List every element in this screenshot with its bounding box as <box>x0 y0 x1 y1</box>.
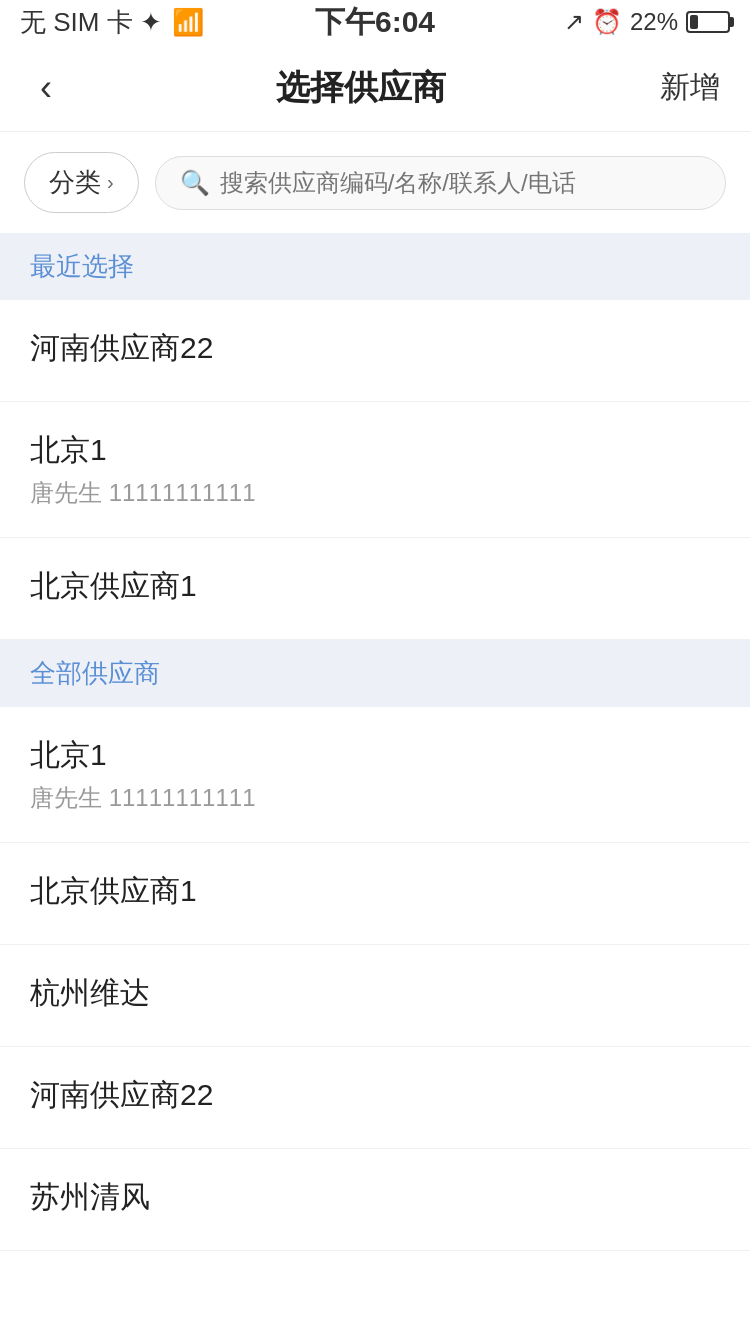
location-icon: ↗ <box>564 8 584 36</box>
list-item[interactable]: 河南供应商22 <box>0 1047 750 1149</box>
search-icon: 🔍 <box>180 169 210 197</box>
list-item[interactable]: 杭州维达 <box>0 945 750 1047</box>
item-name: 北京1 <box>30 430 720 471</box>
item-name: 北京1 <box>30 735 720 776</box>
item-name: 杭州维达 <box>30 973 720 1014</box>
back-button[interactable]: ‹ <box>30 57 62 119</box>
nav-title: 选择供应商 <box>276 65 446 111</box>
list-item[interactable]: 北京供应商1 <box>0 538 750 640</box>
list-item[interactable]: 苏州清风 <box>0 1149 750 1251</box>
recent-section-header: 最近选择 <box>0 233 750 300</box>
status-right: ↗ ⏰ 22% <box>564 8 730 36</box>
item-name: 北京供应商1 <box>30 871 720 912</box>
recent-items-list: 河南供应商22 北京1 唐先生 11111111111 北京供应商1 <box>0 300 750 640</box>
all-section-header: 全部供应商 <box>0 640 750 707</box>
filter-bar: 分类 › 🔍 <box>0 132 750 233</box>
alarm-icon: ⏰ <box>592 8 622 36</box>
recent-section-label: 最近选择 <box>30 251 134 281</box>
search-input[interactable] <box>220 169 701 197</box>
all-items-list: 北京1 唐先生 11111111111 北京供应商1 杭州维达河南供应商22 苏州清风 <box>0 707 750 1251</box>
status-time: 下午6:04 <box>315 2 435 43</box>
status-bar: 无 SIM 卡 ✦ 📶 下午6:04 ↗ ⏰ 22% <box>0 0 750 44</box>
item-name: 河南供应商22 <box>30 328 720 369</box>
list-item[interactable]: 北京供应商1 <box>0 843 750 945</box>
list-item[interactable]: 北京1 唐先生 11111111111 <box>0 402 750 538</box>
list-item[interactable]: 北京1 唐先生 11111111111 <box>0 707 750 843</box>
battery-icon <box>686 11 730 33</box>
item-contact: 唐先生 11111111111 <box>30 782 720 814</box>
item-name: 苏州清风 <box>30 1177 720 1218</box>
battery-percent: 22% <box>630 8 678 36</box>
new-button[interactable]: 新增 <box>660 67 720 108</box>
category-label: 分类 <box>49 165 101 200</box>
item-name: 北京供应商1 <box>30 566 720 607</box>
wifi-icon: 📶 <box>172 7 204 38</box>
item-name: 河南供应商22 <box>30 1075 720 1116</box>
status-left: 无 SIM 卡 ✦ 📶 <box>20 5 204 40</box>
chevron-right-icon: › <box>107 171 114 194</box>
sim-label: 无 SIM 卡 ✦ <box>20 5 162 40</box>
item-contact: 唐先生 11111111111 <box>30 477 720 509</box>
search-box[interactable]: 🔍 <box>155 156 726 210</box>
nav-bar: ‹ 选择供应商 新增 <box>0 44 750 132</box>
list-item[interactable]: 河南供应商22 <box>0 300 750 402</box>
category-filter[interactable]: 分类 › <box>24 152 139 213</box>
all-section-label: 全部供应商 <box>30 658 160 688</box>
